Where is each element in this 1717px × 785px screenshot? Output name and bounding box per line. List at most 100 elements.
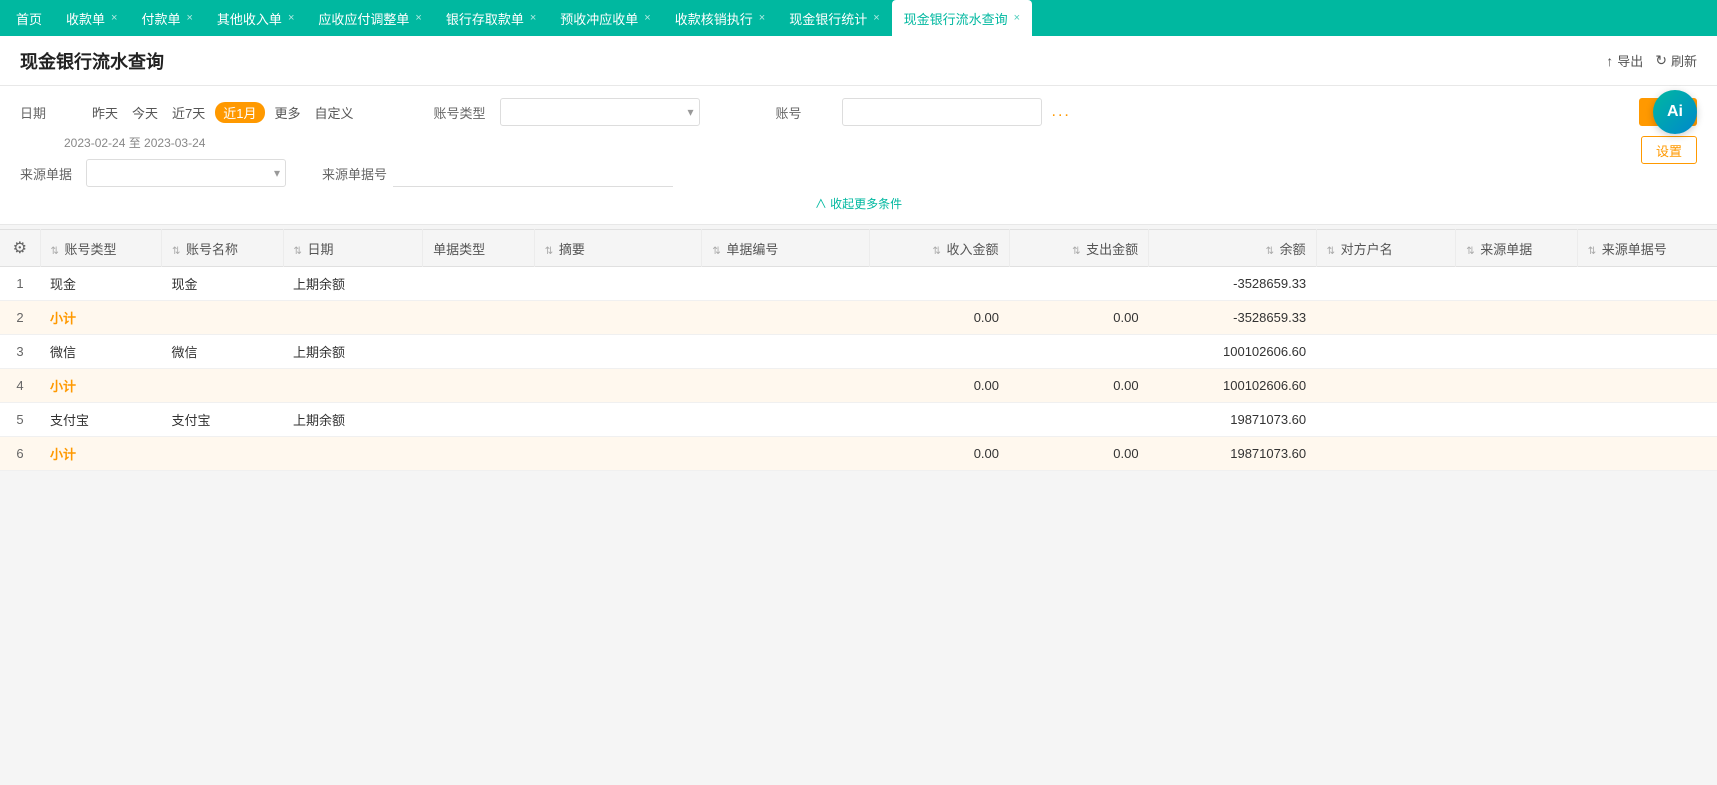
close-payment-icon[interactable]: ×: [186, 12, 192, 24]
col-header-summary[interactable]: ⇅ 摘要: [534, 230, 702, 267]
export-icon: ↑: [1606, 53, 1613, 69]
close-cash-bank-stats-icon[interactable]: ×: [873, 12, 879, 24]
nav-other-income[interactable]: 其他收入单 ×: [205, 0, 306, 36]
nav-home[interactable]: 首页: [4, 0, 54, 36]
export-button[interactable]: ↑ 导出: [1606, 51, 1643, 70]
cell-acct-name: 现金: [162, 267, 284, 301]
page-title: 现金银行流水查询: [20, 48, 164, 74]
sort-acct-type-icon: ⇅: [51, 246, 59, 257]
src-doc-select[interactable]: [86, 159, 286, 187]
cell-num: 6: [0, 437, 40, 471]
top-navigation: 首页 收款单 × 付款单 × 其他收入单 × 应收应付调整单 × 银行存取款单 …: [0, 0, 1717, 36]
cell-summary: [534, 301, 702, 335]
collapse-filter-bar[interactable]: ∧ 收起更多条件: [20, 191, 1697, 216]
close-receipt-icon[interactable]: ×: [111, 12, 117, 24]
date-range-display: 2023-02-24 至 2023-03-24: [64, 136, 205, 150]
acct-type-select[interactable]: 现金 微信 支付宝: [500, 98, 700, 126]
sort-balance-icon: ⇅: [1266, 246, 1274, 257]
cell-counterpart: [1316, 369, 1456, 403]
cell-src-doc: [1456, 369, 1578, 403]
nav-receipt-execute[interactable]: 收款核销执行 ×: [663, 0, 777, 36]
cell-src-doc: [1456, 301, 1578, 335]
col-header-date[interactable]: ⇅ 日期: [283, 230, 423, 267]
sort-summary-icon: ⇅: [545, 246, 553, 257]
cell-acct-name: [162, 369, 284, 403]
cell-doc-type: [423, 301, 535, 335]
cell-acct-name: 支付宝: [162, 403, 284, 437]
col-header-counterpart[interactable]: ⇅ 对方户名: [1316, 230, 1456, 267]
col-header-acct-name[interactable]: ⇅ 账号名称: [162, 230, 284, 267]
cell-acct-name: [162, 437, 284, 471]
col-header-settings[interactable]: ⚙: [0, 230, 40, 267]
date-options: 昨天 今天 近7天 近1月 更多 自定义: [88, 102, 358, 123]
cell-acct-type: 小计: [40, 437, 162, 471]
cell-doc-no: [702, 369, 870, 403]
nav-cash-bank-stats[interactable]: 现金银行统计 ×: [777, 0, 891, 36]
cell-date: 上期余额: [283, 267, 423, 301]
col-header-doc-no[interactable]: ⇅ 单据编号: [702, 230, 870, 267]
close-bank-deposit-icon[interactable]: ×: [530, 12, 536, 24]
table-body: 1 现金 现金 上期余额 -3528659.33 2 小计 0.00 0.00 …: [0, 267, 1717, 471]
cell-income: 0.00: [869, 369, 1009, 403]
acct-no-more-icon[interactable]: ...: [1052, 103, 1071, 121]
col-header-src-doc[interactable]: ⇅ 来源单据: [1456, 230, 1578, 267]
collapse-up-icon: ∧: [815, 197, 827, 211]
filter-section: 日期 昨天 今天 近7天 近1月 更多 自定义 账号类型: [0, 86, 1717, 225]
date-opt-1month[interactable]: 近1月: [215, 102, 264, 123]
cell-doc-type: [423, 437, 535, 471]
cell-counterpart: [1316, 267, 1456, 301]
settings-button[interactable]: 设置: [1641, 136, 1697, 164]
refresh-button[interactable]: ↻ 刷新: [1655, 51, 1697, 70]
cell-expense: 0.00: [1009, 369, 1149, 403]
cell-src-doc: [1456, 267, 1578, 301]
date-opt-today[interactable]: 今天: [128, 102, 162, 123]
col-header-income[interactable]: ⇅ 收入金额: [869, 230, 1009, 267]
close-ar-ap-adjust-icon[interactable]: ×: [415, 12, 421, 24]
col-header-acct-type[interactable]: ⇅ 账号类型: [40, 230, 162, 267]
nav-cash-bank-flow[interactable]: 现金银行流水查询 ×: [892, 0, 1032, 36]
date-opt-more[interactable]: 更多: [271, 102, 305, 123]
cell-expense: [1009, 267, 1149, 301]
table-settings-icon[interactable]: ⚙: [13, 240, 27, 257]
date-filter-label: 日期: [20, 103, 80, 122]
col-header-balance[interactable]: ⇅ 余额: [1149, 230, 1317, 267]
close-other-income-icon[interactable]: ×: [288, 12, 294, 24]
sort-date-icon: ⇅: [294, 246, 302, 257]
cell-doc-no: [702, 403, 870, 437]
src-doc-no-input[interactable]: [393, 159, 673, 187]
acct-type-select-wrap: 现金 微信 支付宝 ▾: [500, 98, 700, 126]
cell-doc-no: [702, 267, 870, 301]
cell-summary: [534, 437, 702, 471]
col-header-expense[interactable]: ⇅ 支出金额: [1009, 230, 1149, 267]
cell-balance: 19871073.60: [1149, 403, 1317, 437]
cell-doc-no: [702, 301, 870, 335]
acct-no-input[interactable]: [842, 98, 1042, 126]
close-prepay-offset-icon[interactable]: ×: [644, 12, 650, 24]
cell-src-doc-no: [1577, 267, 1717, 301]
nav-ar-ap-adjust[interactable]: 应收应付调整单 ×: [306, 0, 433, 36]
close-receipt-execute-icon[interactable]: ×: [759, 12, 765, 24]
date-opt-7days[interactable]: 近7天: [168, 102, 209, 123]
nav-bank-deposit[interactable]: 银行存取款单 ×: [434, 0, 548, 36]
col-header-doc-type[interactable]: 单据类型: [423, 230, 535, 267]
nav-receipt[interactable]: 收款单 ×: [54, 0, 129, 36]
ai-assistant-button[interactable]: Ai: [1653, 90, 1697, 134]
nav-payment[interactable]: 付款单 ×: [129, 0, 204, 36]
cell-doc-type: [423, 369, 535, 403]
cell-acct-type: 支付宝: [40, 403, 162, 437]
close-cash-bank-flow-icon[interactable]: ×: [1014, 12, 1020, 24]
cell-income: [869, 335, 1009, 369]
date-opt-yesterday[interactable]: 昨天: [88, 102, 122, 123]
cell-balance: 100102606.60: [1149, 335, 1317, 369]
cell-doc-type: [423, 267, 535, 301]
table-row: 3 微信 微信 上期余额 100102606.60: [0, 335, 1717, 369]
nav-prepay-offset[interactable]: 预收冲应收单 ×: [548, 0, 662, 36]
sort-doc-no-icon: ⇅: [712, 246, 720, 257]
cell-acct-name: 微信: [162, 335, 284, 369]
date-opt-custom[interactable]: 自定义: [311, 102, 358, 123]
cell-date: [283, 301, 423, 335]
col-header-src-doc-no[interactable]: ⇅ 来源单据号: [1577, 230, 1717, 267]
cell-doc-no: [702, 335, 870, 369]
cell-expense: [1009, 335, 1149, 369]
table-row: 5 支付宝 支付宝 上期余额 19871073.60: [0, 403, 1717, 437]
